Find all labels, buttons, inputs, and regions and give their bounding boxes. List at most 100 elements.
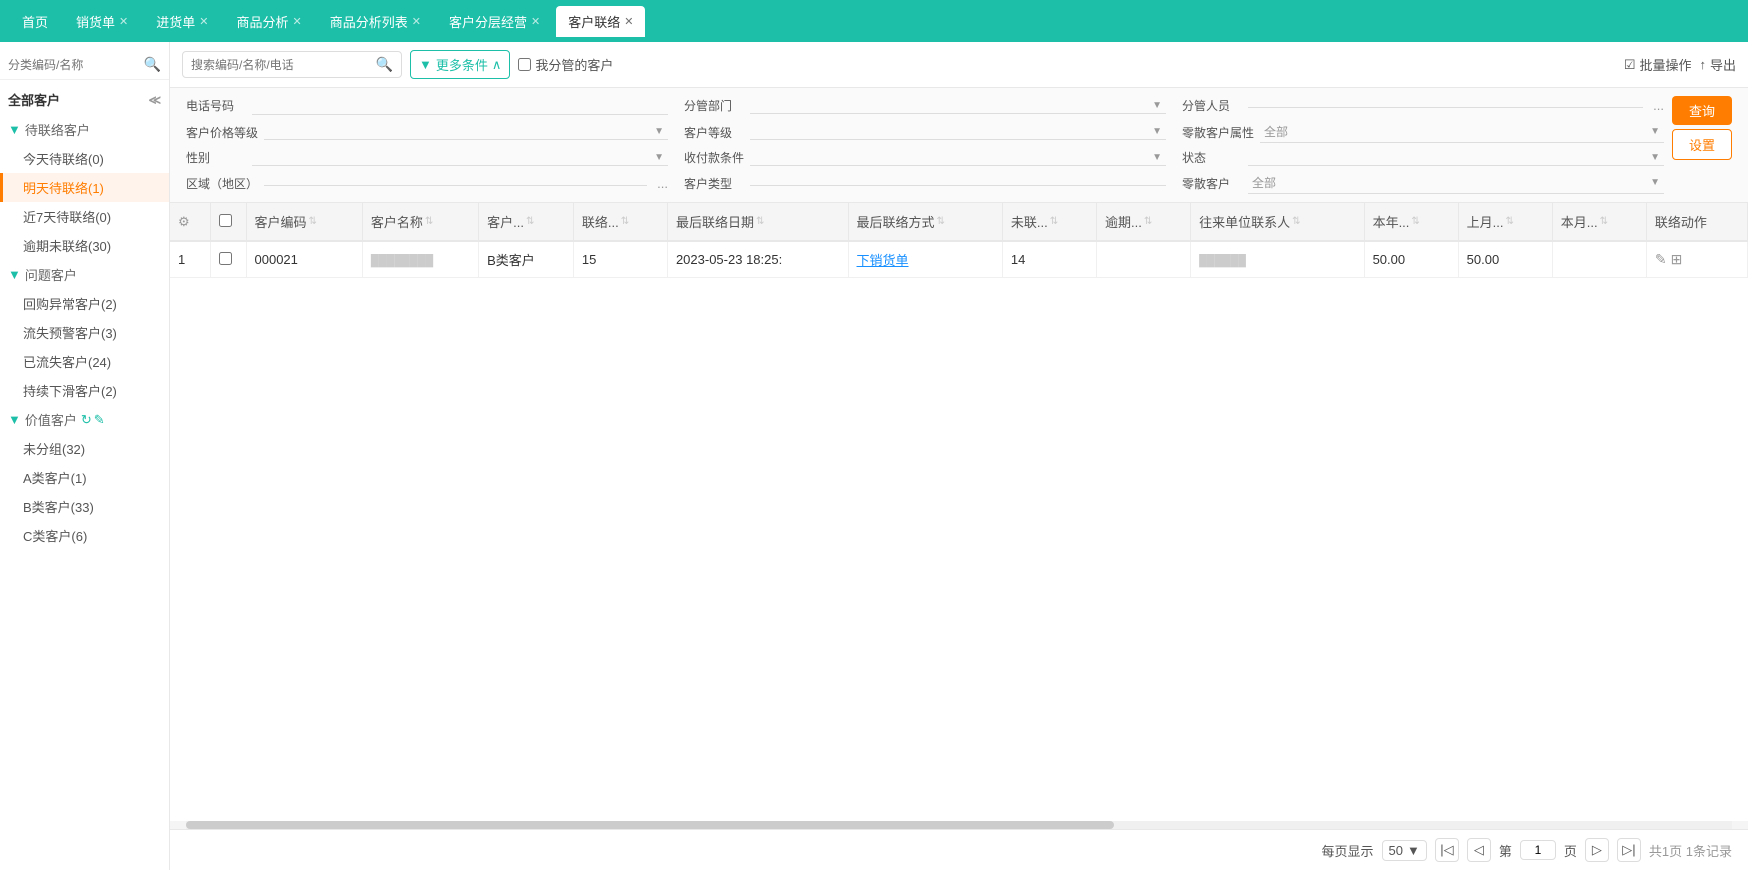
- sidebar-item-overdue-contact[interactable]: 逾期未联络(30): [0, 231, 169, 260]
- phone-input[interactable]: [252, 96, 668, 115]
- th-customer-type[interactable]: 客户... ⇅: [479, 203, 574, 241]
- edit-action-icon[interactable]: ✎: [1655, 251, 1667, 268]
- nav-customer-segment[interactable]: 客户分层经营 ✕: [437, 6, 552, 37]
- prev-page-button[interactable]: ◁: [1467, 838, 1491, 862]
- sidebar-item-unclassified[interactable]: 未分组(32): [0, 434, 169, 463]
- row-checkbox[interactable]: [219, 252, 232, 265]
- nav-product-analysis[interactable]: 商品分析 ✕: [224, 6, 313, 37]
- th-customer-name[interactable]: 客户名称 ⇅: [362, 203, 478, 241]
- pending-customers-group[interactable]: ▼ 待联络客户: [0, 115, 169, 144]
- th-unit-contact[interactable]: 往来单位联系人 ⇅: [1191, 203, 1364, 241]
- row-action-buttons: ✎ ⊞: [1655, 251, 1739, 268]
- query-button[interactable]: 查询: [1672, 96, 1732, 125]
- collapse-icon[interactable]: ≪: [148, 93, 161, 107]
- bulk-operation-button[interactable]: ☑ 批量操作: [1624, 55, 1692, 74]
- sidebar-item-declining-customers[interactable]: 持续下滑客户(2): [0, 376, 169, 405]
- th-last-month[interactable]: 上月... ⇅: [1458, 203, 1552, 241]
- manager-more-icon[interactable]: ...: [1653, 98, 1664, 113]
- sidebar-item-class-b[interactable]: B类客户(33): [0, 492, 169, 521]
- my-customers-checkbox-label[interactable]: 我分管的客户: [518, 55, 613, 74]
- next-page-button[interactable]: ▷: [1585, 838, 1609, 862]
- th-year-amount[interactable]: 本年... ⇅: [1364, 203, 1458, 241]
- settings-icon[interactable]: ⚙: [178, 214, 190, 229]
- search-input[interactable]: [191, 58, 376, 72]
- cell-last-contact-method: 下销货单: [848, 241, 1002, 278]
- refresh-icon[interactable]: ↻: [81, 412, 92, 428]
- my-customers-checkbox[interactable]: [518, 58, 531, 71]
- scroll-thumb[interactable]: [186, 821, 1114, 829]
- checkbox-icon: ☑: [1624, 57, 1636, 73]
- value-customers-group[interactable]: ▼ 价值客户 ↻ ✎: [0, 405, 169, 434]
- problem-customers-group[interactable]: ▼ 问题客户: [0, 260, 169, 289]
- nav-sales-order[interactable]: 销货单 ✕: [64, 6, 140, 37]
- search-icon[interactable]: 🔍: [376, 56, 393, 73]
- sidebar-item-7days-contact[interactable]: 近7天待联络(0): [0, 202, 169, 231]
- export-button[interactable]: ↑ 导出: [1699, 55, 1736, 74]
- th-overdue[interactable]: 逾期... ⇅: [1097, 203, 1191, 241]
- table-header-row: ⚙ 客户编码 ⇅ 客户名称: [170, 203, 1748, 241]
- customer-level-select[interactable]: ▼: [750, 124, 1166, 140]
- close-product-list-icon[interactable]: ✕: [412, 15, 421, 28]
- pagination-bar: 每页显示 50 ▼ |◁ ◁ 第 页 ▷ ▷| 共1页 1条记录: [170, 829, 1748, 870]
- close-customer-segment-icon[interactable]: ✕: [531, 15, 540, 28]
- th-customer-code[interactable]: 客户编码 ⇅: [246, 203, 362, 241]
- sort-icon-5: ⇅: [756, 216, 764, 227]
- close-customer-contact-icon[interactable]: ✕: [624, 15, 633, 28]
- nav-purchase-order[interactable]: 进货单 ✕: [144, 6, 220, 37]
- sort-icon-8: ⇅: [1144, 216, 1152, 227]
- page-label: 第: [1499, 841, 1512, 860]
- retail-select[interactable]: 全部 ▼: [1248, 172, 1664, 194]
- close-purchase-order-icon[interactable]: ✕: [199, 15, 208, 28]
- content-area: 🔍 ▼ 更多条件 ∧ 我分管的客户 ☑ 批量操作 ↑ 导出: [170, 42, 1748, 870]
- status-dropdown-icon: ▼: [1650, 152, 1660, 163]
- gender-select[interactable]: ▼: [252, 150, 668, 166]
- sort-icon-11: ⇅: [1506, 216, 1514, 227]
- filter-phone: 电话号码: [186, 96, 668, 115]
- retail-attr-select[interactable]: 全部 ▼: [1260, 121, 1664, 143]
- area-more-icon[interactable]: ...: [657, 176, 668, 191]
- sidebar-item-class-c[interactable]: C类客户(6): [0, 521, 169, 550]
- select-all-checkbox[interactable]: [219, 214, 232, 227]
- payment-select[interactable]: ▼: [750, 150, 1166, 166]
- page-number-input[interactable]: [1520, 840, 1556, 860]
- horizontal-scrollbar[interactable]: [186, 821, 1732, 829]
- nav-customer-contact[interactable]: 客户联络 ✕: [556, 6, 645, 37]
- more-action-icon[interactable]: ⊞: [1671, 251, 1683, 268]
- th-last-contact-date[interactable]: 最后联络日期 ⇅: [667, 203, 848, 241]
- sidebar-search-icon[interactable]: 🔍: [144, 56, 161, 73]
- sidebar-item-today-contact[interactable]: 今天待联络(0): [0, 144, 169, 173]
- close-product-analysis-icon[interactable]: ✕: [293, 15, 302, 28]
- nav-product-analysis-list[interactable]: 商品分析列表 ✕: [318, 6, 433, 37]
- sidebar-item-tomorrow-contact[interactable]: 明天待联络(1): [0, 173, 169, 202]
- page-size-select[interactable]: 50 ▼: [1382, 840, 1427, 861]
- more-filter-button[interactable]: ▼ 更多条件 ∧: [410, 50, 510, 79]
- sidebar-search-input[interactable]: [8, 58, 144, 72]
- th-this-month[interactable]: 本月... ⇅: [1552, 203, 1646, 241]
- sort-icon-10: ⇅: [1411, 216, 1419, 227]
- all-customers-title[interactable]: 全部客户 ≪: [0, 84, 169, 115]
- filter-gender: 性别 ▼: [186, 149, 668, 166]
- customer-type-select[interactable]: [750, 181, 1166, 186]
- edit-icon[interactable]: ✎: [94, 412, 105, 428]
- sort-icon-9: ⇅: [1292, 216, 1300, 227]
- status-select[interactable]: ▼: [1248, 150, 1664, 166]
- sidebar-item-class-a[interactable]: A类客户(1): [0, 463, 169, 492]
- sidebar-item-churn-warning[interactable]: 流失预警客户(3): [0, 318, 169, 347]
- dept-select[interactable]: ▼: [750, 98, 1166, 114]
- sidebar-search-container: 🔍: [0, 50, 169, 80]
- filter-actions: 查询 设置: [1672, 96, 1732, 194]
- first-page-button[interactable]: |◁: [1435, 838, 1459, 862]
- sidebar-item-repurchase-abnormal[interactable]: 回购异常客户(2): [0, 289, 169, 318]
- area-select[interactable]: [264, 181, 647, 186]
- th-uncontacted[interactable]: 未联... ⇅: [1002, 203, 1096, 241]
- th-last-contact-method[interactable]: 最后联络方式 ⇅: [848, 203, 1002, 241]
- manager-select[interactable]: [1248, 103, 1643, 108]
- th-contact-count[interactable]: 联络... ⇅: [573, 203, 667, 241]
- nav-home[interactable]: 首页: [10, 6, 60, 37]
- sidebar-item-lost-customers[interactable]: 已流失客户(24): [0, 347, 169, 376]
- last-page-button[interactable]: ▷|: [1617, 838, 1641, 862]
- reset-button[interactable]: 设置: [1672, 129, 1732, 160]
- contact-method-link[interactable]: 下销货单: [857, 253, 909, 268]
- close-sales-order-icon[interactable]: ✕: [119, 15, 128, 28]
- price-level-select[interactable]: ▼: [264, 124, 668, 140]
